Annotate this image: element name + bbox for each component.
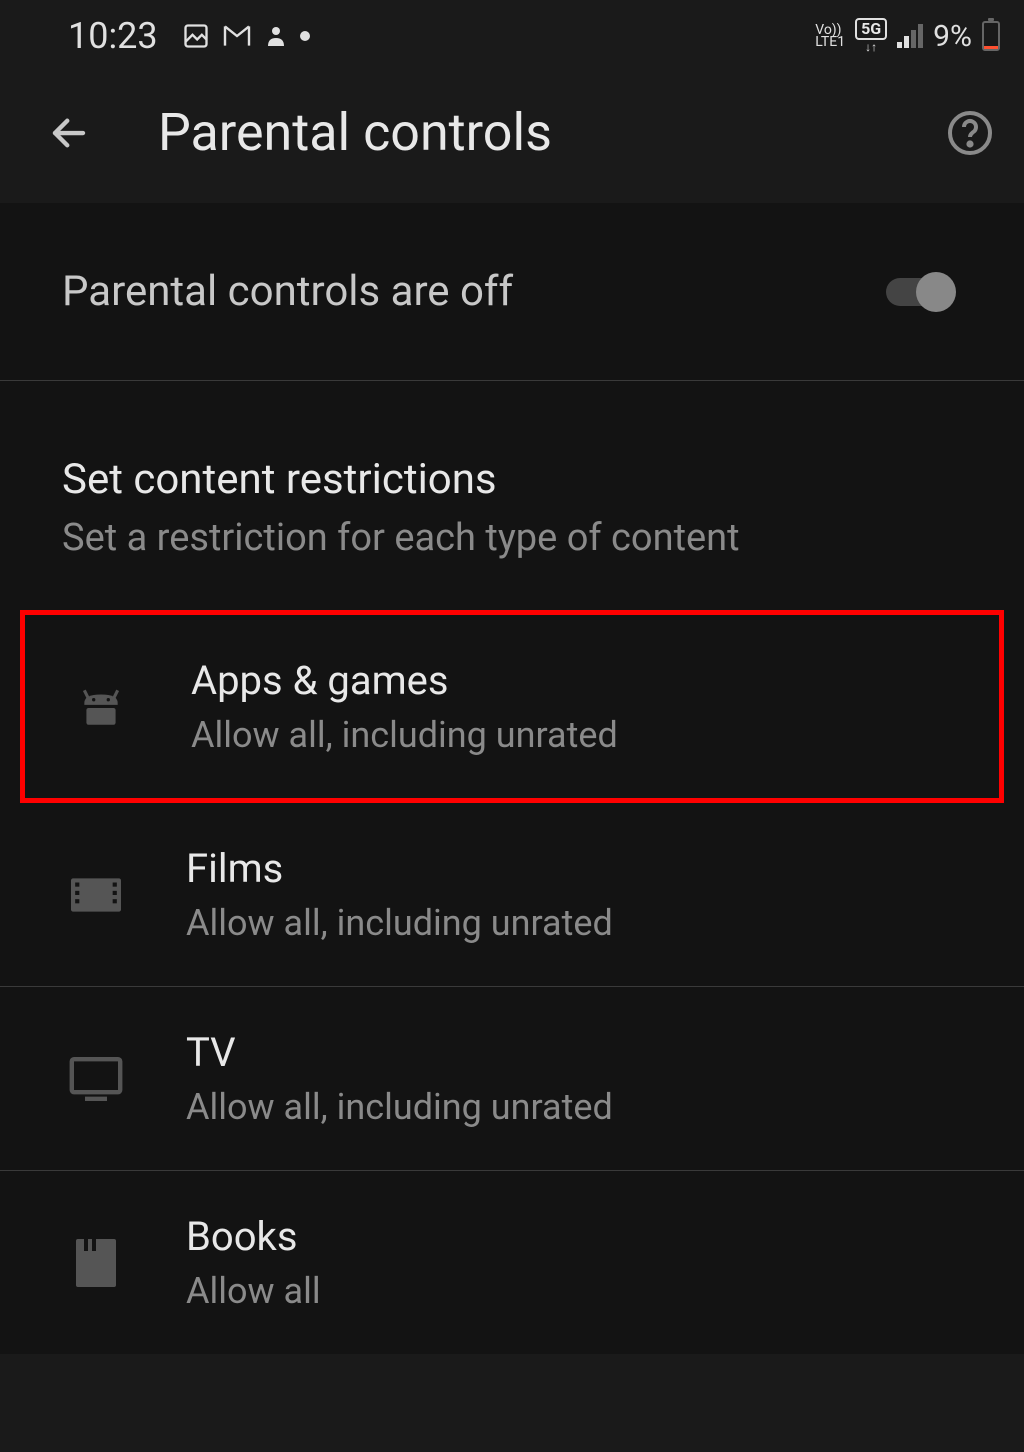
toggle-switch[interactable] <box>886 272 962 312</box>
signal-strength-icon <box>897 24 923 48</box>
item-title: Films <box>186 845 613 892</box>
gmail-icon <box>222 24 252 48</box>
fiveg-indicator: 5G ↓↑ <box>855 18 887 54</box>
list-item-apps-games[interactable]: Apps & games Allow all, including unrate… <box>25 615 999 798</box>
item-title: Apps & games <box>191 657 618 704</box>
item-subtitle: Allow all, including unrated <box>191 714 618 756</box>
item-title: TV <box>186 1029 613 1076</box>
item-subtitle: Allow all, including unrated <box>186 902 613 944</box>
list-item-films[interactable]: Films Allow all, including unrated <box>0 803 1024 986</box>
battery-icon <box>982 21 1000 51</box>
section-header: Set content restrictions Set a restricti… <box>0 381 1024 610</box>
list-item-tv[interactable]: TV Allow all, including unrated <box>0 986 1024 1170</box>
list-item-books[interactable]: Books Allow all <box>0 1170 1024 1354</box>
network-type-indicator: Vo)) LTE1 <box>815 24 845 48</box>
book-icon <box>68 1235 124 1291</box>
item-subtitle: Allow all <box>186 1270 321 1312</box>
parental-controls-toggle-row[interactable]: Parental controls are off <box>0 203 1024 381</box>
android-icon <box>73 679 129 735</box>
back-arrow-icon[interactable] <box>48 112 90 154</box>
status-right: Vo)) LTE1 5G ↓↑ 9% <box>815 18 1000 54</box>
app-bar: Parental controls <box>0 72 1024 203</box>
item-title: Books <box>186 1213 321 1260</box>
highlight-annotation: Apps & games Allow all, including unrate… <box>20 610 1004 803</box>
section-title: Set content restrictions <box>62 455 962 504</box>
section-subtitle: Set a restriction for each type of conte… <box>62 516 962 560</box>
tv-icon <box>68 1051 124 1107</box>
toggle-label: Parental controls are off <box>62 267 513 316</box>
film-icon <box>68 867 124 923</box>
person-icon <box>264 22 288 50</box>
status-left: 10:23 <box>68 15 310 57</box>
battery-percent: 9% <box>933 19 972 54</box>
status-time: 10:23 <box>68 15 158 57</box>
item-subtitle: Allow all, including unrated <box>186 1086 613 1128</box>
page-title: Parental controls <box>158 102 878 163</box>
status-bar: 10:23 Vo)) LTE1 5G ↓↑ 9% <box>0 0 1024 72</box>
image-icon <box>182 22 210 50</box>
more-notifications-dot <box>300 31 310 41</box>
content-area: Parental controls are off Set content re… <box>0 203 1024 1354</box>
help-icon[interactable] <box>946 109 994 157</box>
status-notification-icons <box>182 22 310 50</box>
